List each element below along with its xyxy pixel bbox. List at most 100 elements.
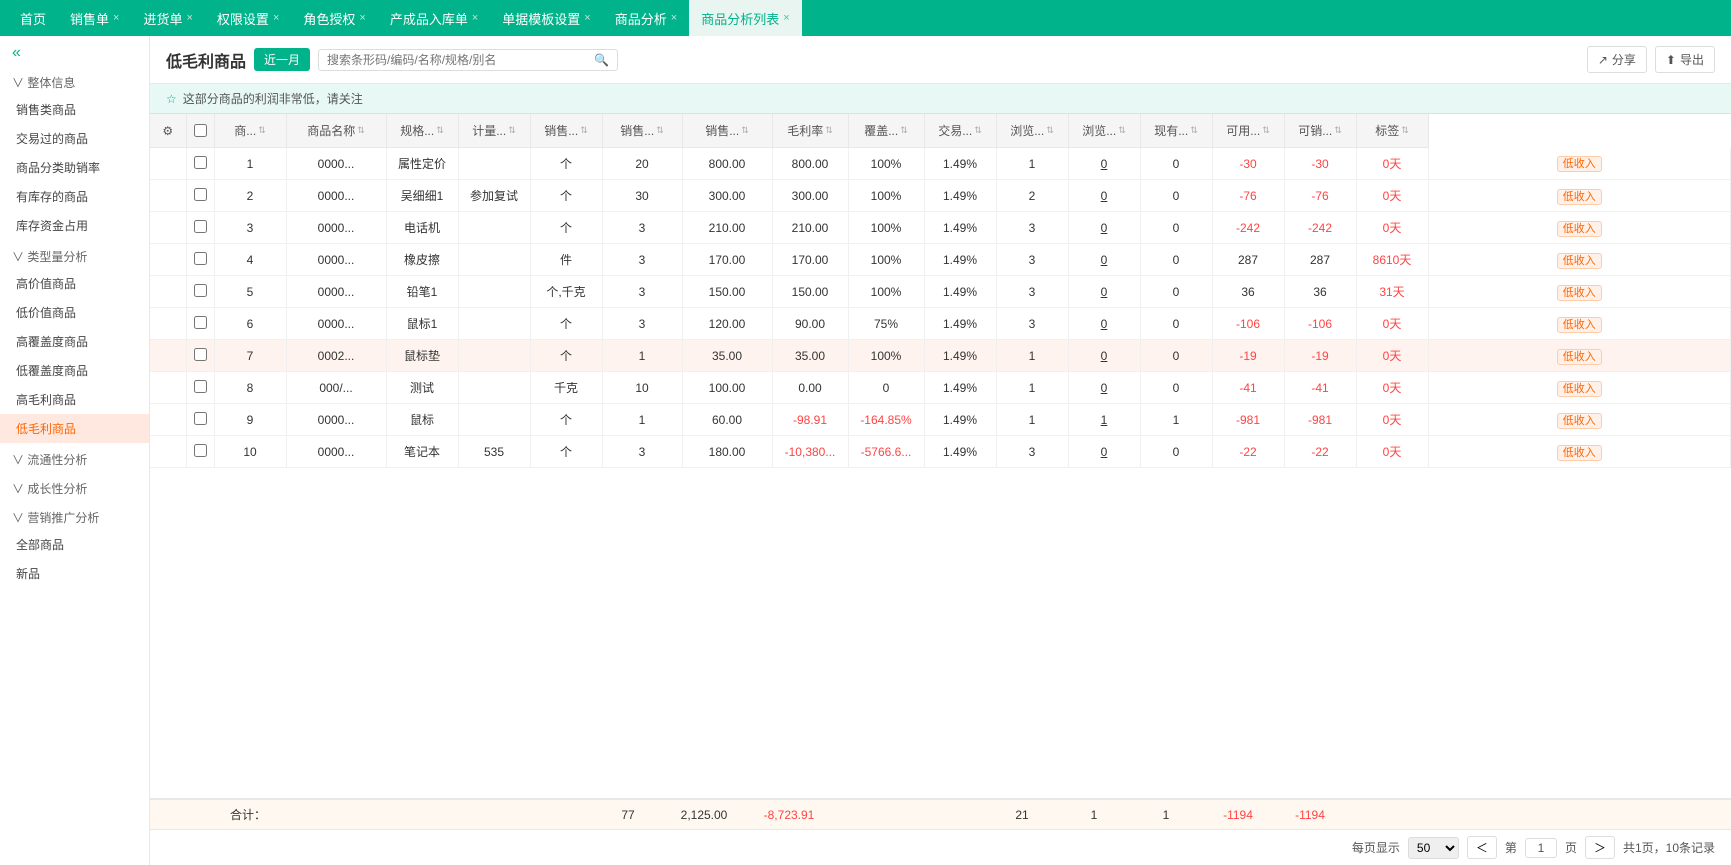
row-checkbox[interactable] bbox=[194, 156, 207, 169]
view1-link[interactable]: 0 bbox=[1101, 253, 1108, 267]
row-checkbox[interactable] bbox=[194, 284, 207, 297]
th-unit[interactable]: 计量...⇅ bbox=[458, 114, 530, 148]
th-sales-profit[interactable]: 销售...⇅ bbox=[682, 114, 772, 148]
nav-template-settings[interactable]: 单据模板设置 × bbox=[490, 0, 602, 36]
sidebar-group-liquidity[interactable]: ∨ 流通性分析 bbox=[0, 443, 149, 472]
row-checkbox[interactable] bbox=[194, 188, 207, 201]
th-view1[interactable]: 浏览...⇅ bbox=[996, 114, 1068, 148]
close-icon[interactable]: × bbox=[472, 12, 478, 24]
view1-link[interactable]: 0 bbox=[1101, 349, 1108, 363]
view1-link[interactable]: 0 bbox=[1101, 317, 1108, 331]
search-icon[interactable]: 🔍 bbox=[594, 53, 609, 67]
th-spec[interactable]: 规格...⇅ bbox=[386, 114, 458, 148]
th-sellable-days[interactable]: 可销...⇅ bbox=[1284, 114, 1356, 148]
row-checkbox[interactable] bbox=[194, 220, 207, 233]
sidebar-item-high-coverage[interactable]: 高覆盖度商品 bbox=[0, 327, 149, 356]
close-icon[interactable]: × bbox=[186, 12, 192, 24]
th-view2[interactable]: 浏览...⇅ bbox=[1068, 114, 1140, 148]
period-button[interactable]: 近一月 bbox=[254, 48, 310, 71]
nav-product-entry[interactable]: 产成品入库单 × bbox=[378, 0, 490, 36]
sidebar-group-marketing[interactable]: ∨ 营销推广分析 bbox=[0, 501, 149, 530]
th-trade-count[interactable]: 交易...⇅ bbox=[924, 114, 996, 148]
th-tags[interactable]: 标签⇅ bbox=[1356, 114, 1428, 148]
row-checkbox[interactable] bbox=[194, 412, 207, 425]
sidebar-group-type-analysis[interactable]: ∨ 类型量分析 bbox=[0, 240, 149, 269]
tag-badge: 低收入 bbox=[1557, 413, 1602, 429]
sidebar-item-stock-capital[interactable]: 库存资金占用 bbox=[0, 211, 149, 240]
sidebar-group-overall[interactable]: ∨ 整体信息 bbox=[0, 66, 149, 95]
nav-product-analysis[interactable]: 商品分析 × bbox=[603, 0, 689, 36]
sidebar-item-all-products[interactable]: 全部商品 bbox=[0, 530, 149, 559]
per-page-select[interactable]: 50 100 200 bbox=[1408, 837, 1459, 859]
tag-badge: 低收入 bbox=[1557, 253, 1602, 269]
th-name[interactable]: 商品名称⇅ bbox=[286, 114, 386, 148]
th-available-stock[interactable]: 可用...⇅ bbox=[1212, 114, 1284, 148]
table-row: 2 0000... 吴细细1 参加复试 个 30 300.00 300.00 1… bbox=[150, 180, 1731, 212]
close-icon[interactable]: × bbox=[584, 12, 590, 24]
prev-page-button[interactable]: ＜ bbox=[1467, 836, 1497, 859]
row-checkbox[interactable] bbox=[194, 444, 207, 457]
sidebar-item-low-value[interactable]: 低价值商品 bbox=[0, 298, 149, 327]
sidebar-item-high-value[interactable]: 高价值商品 bbox=[0, 269, 149, 298]
table-row: 7 0002... 鼠标垫 个 1 35.00 35.00 100% 1.49%… bbox=[150, 340, 1731, 372]
nav-purchase[interactable]: 进货单 × bbox=[131, 0, 204, 36]
nav-product-analysis-list[interactable]: 商品分析列表 × bbox=[689, 0, 801, 36]
th-code[interactable]: 商...⇅ bbox=[214, 114, 286, 148]
sidebar-item-low-margin[interactable]: 低毛利商品 bbox=[0, 414, 149, 443]
sidebar-item-category-sales-rate[interactable]: 商品分类助销率 bbox=[0, 153, 149, 182]
page-unit: 页 bbox=[1565, 839, 1577, 856]
close-icon[interactable]: × bbox=[113, 12, 119, 24]
sidebar-item-new-products[interactable]: 新品 bbox=[0, 559, 149, 588]
view1-link[interactable]: 0 bbox=[1101, 221, 1108, 235]
th-current-stock[interactable]: 现有...⇅ bbox=[1140, 114, 1212, 148]
close-icon[interactable]: × bbox=[671, 12, 677, 24]
next-page-button[interactable]: ＞ bbox=[1585, 836, 1615, 859]
close-icon[interactable]: × bbox=[359, 12, 365, 24]
th-gross-margin[interactable]: 毛利率⇅ bbox=[772, 114, 848, 148]
th-settings[interactable]: ⚙ bbox=[150, 114, 186, 148]
row-checkbox[interactable] bbox=[194, 316, 207, 329]
th-checkbox[interactable] bbox=[186, 114, 214, 148]
sidebar-group-growth[interactable]: ∨ 成长性分析 bbox=[0, 472, 149, 501]
table-row: 4 0000... 橡皮擦 件 3 170.00 170.00 100% 1.4… bbox=[150, 244, 1731, 276]
sidebar-item-low-coverage[interactable]: 低覆盖度商品 bbox=[0, 356, 149, 385]
th-coverage[interactable]: 覆盖...⇅ bbox=[848, 114, 924, 148]
sidebar-item-stock-products[interactable]: 有库存的商品 bbox=[0, 182, 149, 211]
th-sales-amount[interactable]: 销售...⇅ bbox=[602, 114, 682, 148]
table-row: 10 0000... 笔记本 535 个 3 180.00 -10,380...… bbox=[150, 436, 1731, 468]
row-checkbox[interactable] bbox=[194, 252, 207, 265]
view1-link[interactable]: 0 bbox=[1101, 189, 1108, 203]
data-table-container[interactable]: ⚙ 商...⇅ 商品名称⇅ 规格...⇅ bbox=[150, 114, 1731, 798]
nav-permissions[interactable]: 权限设置 × bbox=[205, 0, 291, 36]
export-button[interactable]: ⬆ 导出 bbox=[1655, 46, 1715, 73]
search-box: 🔍 bbox=[318, 49, 618, 71]
row-checkbox[interactable] bbox=[194, 380, 207, 393]
view1-link[interactable]: 0 bbox=[1101, 445, 1108, 459]
table-row: 8 000/... 测试 千克 10 100.00 0.00 0 1.49% 1… bbox=[150, 372, 1731, 404]
table-row: 9 0000... 鼠标 个 1 60.00 -98.91 -164.85% 1… bbox=[150, 404, 1731, 436]
totals-label: 合计： bbox=[230, 806, 270, 823]
per-page-label: 每页显示 bbox=[1352, 839, 1400, 856]
sidebar-collapse-button[interactable]: « bbox=[8, 44, 25, 62]
row-checkbox[interactable] bbox=[194, 348, 207, 361]
search-input[interactable] bbox=[327, 53, 594, 67]
share-button[interactable]: ↗ 分享 bbox=[1587, 46, 1647, 73]
notice-bar: ☆ 这部分商品的利润非常低，请关注 bbox=[150, 84, 1731, 114]
table-row: 1 0000... 属性定价 个 20 800.00 800.00 100% 1… bbox=[150, 148, 1731, 180]
th-sales-qty[interactable]: 销售...⇅ bbox=[530, 114, 602, 148]
view1-link[interactable]: 0 bbox=[1101, 157, 1108, 171]
nav-home[interactable]: 首页 bbox=[8, 0, 58, 36]
view1-link[interactable]: 0 bbox=[1101, 381, 1108, 395]
close-icon[interactable]: × bbox=[783, 12, 789, 24]
totals-view2: 1 bbox=[1130, 808, 1202, 822]
totals-sales-qty: 77 bbox=[592, 808, 664, 822]
view1-link[interactable]: 1 bbox=[1101, 413, 1108, 427]
nav-sales[interactable]: 销售单 × bbox=[58, 0, 131, 36]
sidebar-item-high-margin[interactable]: 高毛利商品 bbox=[0, 385, 149, 414]
select-all-checkbox[interactable] bbox=[194, 124, 207, 137]
close-icon[interactable]: × bbox=[273, 12, 279, 24]
nav-roles[interactable]: 角色授权 × bbox=[291, 0, 377, 36]
sidebar-item-sales-products[interactable]: 销售类商品 bbox=[0, 95, 149, 124]
view1-link[interactable]: 0 bbox=[1101, 285, 1108, 299]
sidebar-item-traded-products[interactable]: 交易过的商品 bbox=[0, 124, 149, 153]
